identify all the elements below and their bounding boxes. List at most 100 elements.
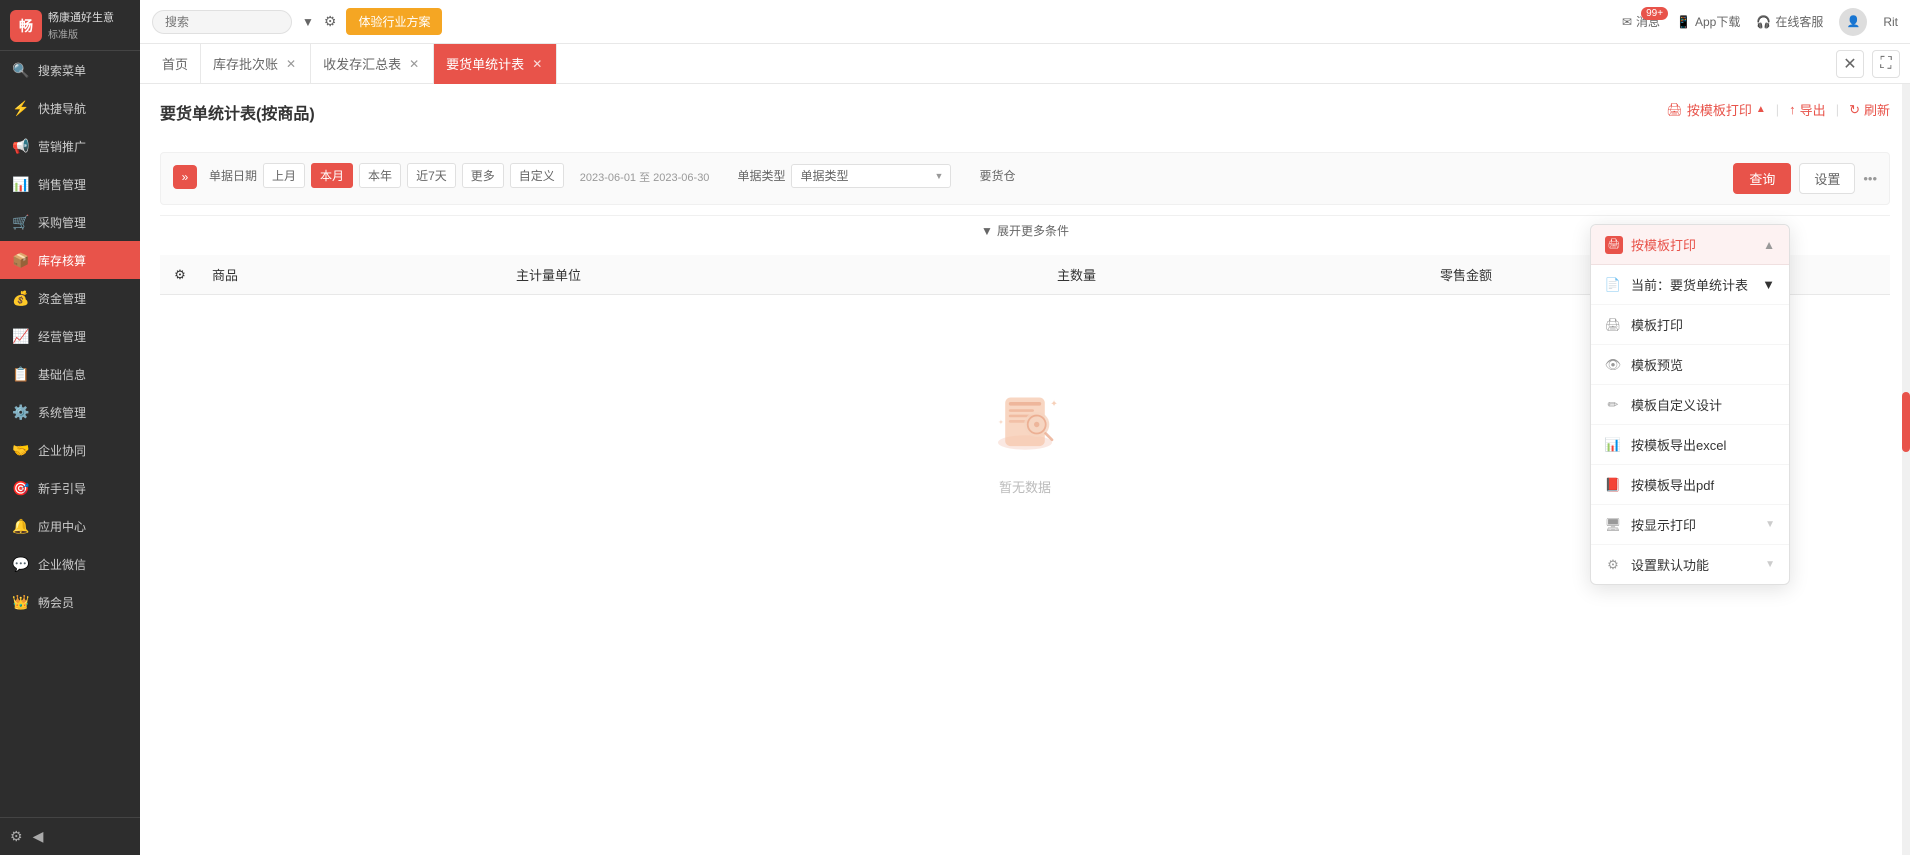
topbar: ▼ ⚙ 体验行业方案 ✉ 消息 99+ 📱 App下载 🎧 在线客服 👤 Rit bbox=[140, 0, 1910, 44]
tab-home[interactable]: 首页 bbox=[150, 44, 201, 84]
content-area: 要货单统计表(按商品) 🖨 按模板打印 ▲ | ↑ 导出 | ↻ bbox=[140, 84, 1910, 855]
search-icon: 🔍 bbox=[12, 61, 30, 79]
logo-icon: 畅 bbox=[10, 10, 42, 42]
date-btn-more[interactable]: 更多 bbox=[462, 163, 504, 188]
sidebar-item-label: 资金管理 bbox=[38, 290, 86, 307]
service-btn[interactable]: 🎧 在线客服 bbox=[1756, 13, 1823, 30]
topbar-gear-icon[interactable]: ⚙ bbox=[324, 13, 337, 30]
scrollbar-y[interactable] bbox=[1902, 84, 1910, 855]
refresh-btn[interactable]: ↻ 刷新 bbox=[1849, 100, 1890, 119]
dropdown-template-design[interactable]: ✏ 模板自定义设计 bbox=[1591, 385, 1789, 425]
type-filter-group: 单据类型 单据类型 bbox=[737, 164, 951, 188]
template-icon: 📄 bbox=[1605, 277, 1621, 293]
gear-col-icon[interactable]: ⚙ bbox=[174, 267, 186, 282]
query-btn[interactable]: 查询 bbox=[1733, 163, 1791, 194]
dropdown-template-preview[interactable]: 👁 模板预览 bbox=[1591, 345, 1789, 385]
sidebar-item-sales[interactable]: 📊 销售管理 bbox=[0, 165, 140, 203]
collapse-btn[interactable]: ◀ bbox=[33, 828, 44, 845]
more-options-icon[interactable]: ••• bbox=[1863, 171, 1877, 186]
tab-maximize-btn[interactable]: ⛶ bbox=[1872, 50, 1900, 78]
print-template-btn[interactable]: 🖨 按模板打印 ▲ bbox=[1666, 100, 1765, 119]
settings-btn[interactable]: 设置 bbox=[1799, 163, 1855, 194]
type-select-wrapper: 单据类型 bbox=[791, 164, 951, 188]
type-select[interactable]: 单据类型 bbox=[791, 164, 951, 188]
dropdown-chevron-up[interactable]: ▲ bbox=[1763, 238, 1775, 252]
sidebar-bottom: ⚙ ◀ bbox=[0, 817, 140, 855]
quick-nav-icon: ⚡ bbox=[12, 99, 30, 117]
sidebar-item-corp[interactable]: 🤝 企业协同 bbox=[0, 431, 140, 469]
sidebar-item-guide[interactable]: 🎯 新手引导 bbox=[0, 469, 140, 507]
date-btn-custom[interactable]: 自定义 bbox=[510, 163, 564, 188]
sidebar-item-system[interactable]: ⚙️ 系统管理 bbox=[0, 393, 140, 431]
dropdown-current-template[interactable]: 📄 当前：要货单统计表 ▼ bbox=[1591, 265, 1789, 305]
dropdown-export-excel[interactable]: 📊 按模板导出excel bbox=[1591, 425, 1789, 465]
dropdown-display-print[interactable]: 🖥 按显示打印 ▼ bbox=[1591, 505, 1789, 545]
tab-batch-accounts[interactable]: 库存批次账 ✕ bbox=[201, 44, 311, 84]
col-quantity: 主数量 bbox=[1045, 255, 1428, 295]
empty-text: 暂无数据 bbox=[999, 477, 1051, 496]
app-download-btn[interactable]: 📱 App下载 bbox=[1676, 13, 1740, 30]
date-filter-group: 单据日期 上月 本月 本年 近7天 更多 自定义 bbox=[209, 163, 564, 188]
sidebar-item-apps[interactable]: 🔔 应用中心 bbox=[0, 507, 140, 545]
sidebar-item-label: 销售管理 bbox=[38, 176, 86, 193]
sidebar-item-label: 畅会员 bbox=[38, 594, 74, 611]
sidebar-item-operation[interactable]: 📈 经营管理 bbox=[0, 317, 140, 355]
sidebar-item-quick-nav[interactable]: ⚡ 快捷导航 bbox=[0, 89, 140, 127]
svg-text:✦: ✦ bbox=[1050, 399, 1058, 409]
export-btn[interactable]: ↑ 导出 bbox=[1789, 100, 1826, 119]
tabs-bar: 首页 库存批次账 ✕ 收发存汇总表 ✕ 要货单统计表 ✕ ✕ ⛶ bbox=[140, 44, 1910, 84]
settings-icon-btn[interactable]: ⚙ bbox=[10, 828, 23, 845]
sidebar-item-wechat[interactable]: 💬 企业微信 bbox=[0, 545, 140, 583]
message-btn[interactable]: ✉ 消息 99+ bbox=[1622, 13, 1660, 30]
dropdown-template-print[interactable]: 🖨 模板打印 bbox=[1591, 305, 1789, 345]
scrollbar-thumb[interactable] bbox=[1902, 392, 1910, 452]
trial-button[interactable]: 体验行业方案 bbox=[346, 8, 442, 35]
dropdown-set-default[interactable]: ⚙ 设置默认功能 ▼ bbox=[1591, 545, 1789, 584]
user-avatar[interactable]: 👤 bbox=[1839, 8, 1867, 36]
sidebar-item-purchase[interactable]: 🛒 采购管理 bbox=[0, 203, 140, 241]
sidebar-item-marketing[interactable]: 📢 营销推广 bbox=[0, 127, 140, 165]
printer-small-icon: 🖨 bbox=[1605, 317, 1621, 333]
sidebar-item-label: 库存核算 bbox=[38, 252, 86, 269]
type-label: 单据类型 bbox=[737, 167, 785, 184]
tab-close-all-btn[interactable]: ✕ bbox=[1836, 50, 1864, 78]
sales-icon: 📊 bbox=[12, 175, 30, 193]
warehouse-filter-group: 要货仓 bbox=[979, 167, 1015, 184]
dropdown-export-pdf[interactable]: 📕 按模板导出pdf bbox=[1591, 465, 1789, 505]
sidebar-item-finance[interactable]: 💰 资金管理 bbox=[0, 279, 140, 317]
sidebar-item-member[interactable]: 👑 畅会员 bbox=[0, 583, 140, 621]
finance-icon: 💰 bbox=[12, 289, 30, 307]
sidebar-nav: 🔍 搜索菜单 ⚡ 快捷导航 📢 营销推广 📊 销售管理 🛒 采购管理 📦 库存核… bbox=[0, 51, 140, 817]
printer-icon: 🖨 bbox=[1666, 102, 1683, 118]
date-btn-prev-month[interactable]: 上月 bbox=[263, 163, 305, 188]
tab-order-stats[interactable]: 要货单统计表 ✕ bbox=[434, 44, 557, 84]
set-default-chevron: ▼ bbox=[1765, 559, 1775, 570]
default-settings-icon: ⚙ bbox=[1605, 557, 1621, 573]
topbar-right: ✉ 消息 99+ 📱 App下载 🎧 在线客服 👤 Rit bbox=[1622, 8, 1898, 36]
sidebar-item-search[interactable]: 🔍 搜索菜单 bbox=[0, 51, 140, 89]
tab-close-order-stats[interactable]: ✕ bbox=[530, 55, 544, 73]
search-input[interactable] bbox=[152, 10, 292, 34]
filter-expand-btn[interactable]: » bbox=[173, 165, 197, 189]
headset-icon: 🎧 bbox=[1756, 15, 1771, 29]
print-header-icon: 🖨 bbox=[1605, 236, 1623, 254]
empty-illustration: ✦ ✦ bbox=[980, 375, 1070, 465]
tab-close-receipt-summary[interactable]: ✕ bbox=[407, 55, 421, 73]
sidebar-item-label: 新手引导 bbox=[38, 480, 86, 497]
date-btn-this-month[interactable]: 本月 bbox=[311, 163, 353, 188]
date-btn-this-year[interactable]: 本年 bbox=[359, 163, 401, 188]
category-label: 要货仓 bbox=[979, 167, 1015, 184]
topbar-dropdown-icon[interactable]: ▼ bbox=[302, 15, 314, 29]
date-btn-7days[interactable]: 近7天 bbox=[407, 163, 456, 188]
sidebar-item-basic[interactable]: 📋 基础信息 bbox=[0, 355, 140, 393]
expand-icon: ▼ bbox=[981, 224, 993, 238]
message-badge: 99+ bbox=[1641, 7, 1668, 20]
sidebar-item-inventory[interactable]: 📦 库存核算 bbox=[0, 241, 140, 279]
current-chevron-icon: ▼ bbox=[1762, 277, 1775, 292]
export-icon: ↑ bbox=[1789, 102, 1796, 117]
tab-receipt-summary[interactable]: 收发存汇总表 ✕ bbox=[311, 44, 434, 84]
apps-icon: 🔔 bbox=[12, 517, 30, 535]
tab-close-batch-accounts[interactable]: ✕ bbox=[284, 55, 298, 73]
message-icon: ✉ bbox=[1622, 15, 1632, 29]
guide-icon: 🎯 bbox=[12, 479, 30, 497]
